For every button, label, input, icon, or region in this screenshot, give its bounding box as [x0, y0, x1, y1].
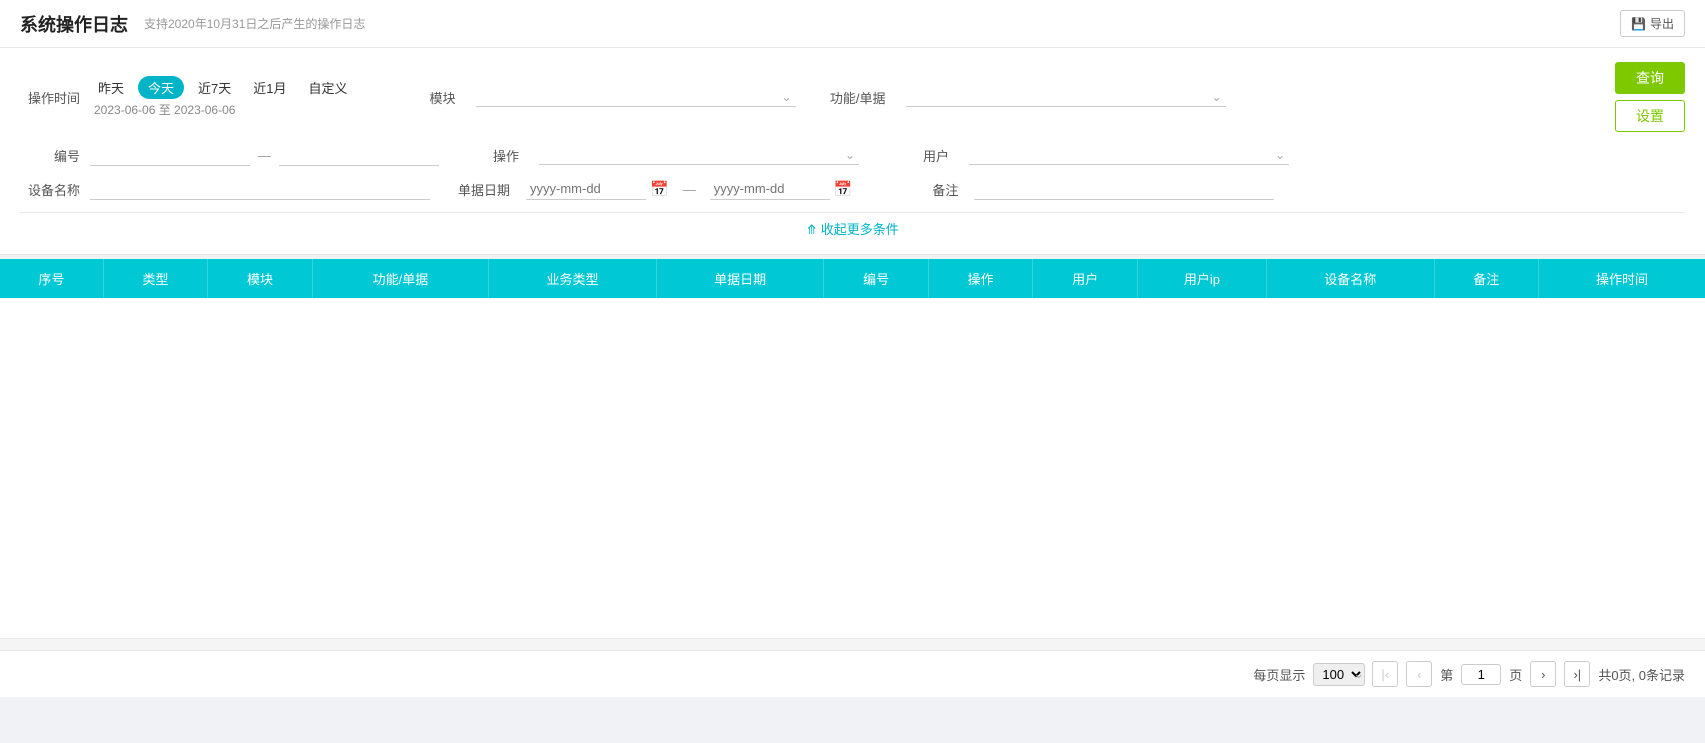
user-select[interactable]: ⌄ [969, 145, 1289, 165]
page-subtitle: 支持2020年10月31日之后产生的操作日志 [144, 15, 365, 32]
collapse-bar[interactable]: ⤊ 收起更多条件 [20, 212, 1685, 244]
operation-select[interactable]: ⌄ [539, 145, 859, 165]
filter-area: 操作时间 昨天 今天 近7天 近1月 自定义 2023-06-06 至 2023… [0, 48, 1705, 255]
col-func: 功能/单据 [312, 259, 488, 298]
date-from-wrapper: 📅 [526, 178, 669, 200]
col-device: 设备名称 [1266, 259, 1434, 298]
total-info: 共0页, 0条记录 [1598, 665, 1685, 684]
col-seq: 序号 [0, 259, 103, 298]
date-label: 单据日期 [450, 180, 520, 199]
col-remark: 备注 [1434, 259, 1538, 298]
func-chevron-icon: ⌄ [1211, 90, 1221, 104]
col-operation: 操作 [928, 259, 1032, 298]
first-page-button[interactable]: |‹ [1372, 661, 1398, 687]
per-page-select[interactable]: 100 10 20 50 200 [1313, 663, 1365, 686]
time-label: 操作时间 [20, 88, 90, 107]
calendar-from-icon[interactable]: 📅 [650, 180, 669, 198]
page-header: 系统操作日志 支持2020年10月31日之后产生的操作日志 💾 导出 [0, 0, 1705, 48]
col-number: 编号 [824, 259, 928, 298]
col-op_time: 操作时间 [1539, 259, 1705, 298]
number-dash: — [258, 148, 271, 163]
settings-button[interactable]: 设置 [1615, 100, 1685, 132]
module-chevron-icon: ⌄ [781, 90, 791, 104]
query-button[interactable]: 查询 [1615, 62, 1685, 94]
time-btn-yesterday[interactable]: 昨天 [90, 76, 132, 99]
prev-page-button[interactable]: ‹ [1406, 661, 1432, 687]
date-to-input[interactable] [710, 178, 830, 200]
device-label: 设备名称 [20, 180, 90, 199]
col-doc_date: 单据日期 [656, 259, 824, 298]
time-btn-last1m[interactable]: 近1月 [245, 76, 294, 99]
remark-label: 备注 [898, 180, 968, 199]
horizontal-scrollbar[interactable] [0, 638, 1705, 650]
module-input[interactable] [480, 89, 782, 104]
filter-row-1: 操作时间 昨天 今天 近7天 近1月 自定义 2023-06-06 至 2023… [20, 62, 1685, 132]
func-select[interactable]: ⌄ [906, 87, 1226, 107]
col-type: 类型 [103, 259, 207, 298]
page-unit: 页 [1509, 665, 1522, 684]
time-buttons: 昨天 今天 近7天 近1月 自定义 [90, 76, 356, 99]
module-select[interactable]: ⌄ [476, 87, 796, 107]
data-table: 序号类型模块功能/单据业务类型单据日期编号操作用户用户ip设备名称备注操作时间 [0, 259, 1705, 298]
func-label: 功能/单据 [826, 88, 896, 107]
device-input[interactable] [90, 178, 430, 200]
empty-area [0, 298, 1705, 638]
operation-input[interactable] [543, 147, 845, 162]
date-dash: — [683, 182, 696, 197]
collapse-icon: ⤊ [806, 222, 817, 237]
table-header: 序号类型模块功能/单据业务类型单据日期编号操作用户用户ip设备名称备注操作时间 [0, 259, 1705, 298]
last-page-button[interactable]: ›| [1564, 661, 1590, 687]
time-range-text: 2023-06-06 至 2023-06-06 [94, 101, 356, 118]
user-label: 用户 [889, 146, 959, 165]
filter-row-2: 编号 — 操作 ⌄ 用户 ⌄ [20, 144, 1685, 166]
table-area: 序号类型模块功能/单据业务类型单据日期编号操作用户用户ip设备名称备注操作时间 [0, 259, 1705, 638]
number-label: 编号 [20, 146, 90, 165]
col-biz_type: 业务类型 [489, 259, 657, 298]
operation-label: 操作 [459, 146, 529, 165]
user-chevron-icon: ⌄ [1275, 148, 1285, 162]
operation-chevron-icon: ⌄ [845, 148, 855, 162]
page-title: 系统操作日志 [20, 11, 128, 37]
col-user_ip: 用户ip [1137, 259, 1266, 298]
module-label: 模块 [396, 88, 466, 107]
remark-input[interactable] [974, 178, 1274, 200]
collapse-label: 收起更多条件 [821, 222, 899, 237]
calendar-to-icon[interactable]: 📅 [834, 180, 853, 198]
next-page-button[interactable]: › [1530, 661, 1556, 687]
pagination-bar: 每页显示 100 10 20 50 200 ⌄ |‹ ‹ 第 页 › ›| 共0… [0, 650, 1705, 697]
export-button[interactable]: 💾 导出 [1620, 10, 1685, 37]
number-from-input[interactable] [90, 144, 250, 166]
col-module: 模块 [208, 259, 312, 298]
table-header-row: 序号类型模块功能/单据业务类型单据日期编号操作用户用户ip设备名称备注操作时间 [0, 259, 1705, 298]
number-to-input[interactable] [279, 144, 439, 166]
time-btn-last7[interactable]: 近7天 [190, 76, 239, 99]
action-buttons: 查询 设置 [1615, 62, 1685, 132]
user-input[interactable] [973, 147, 1275, 162]
time-btn-today[interactable]: 今天 [138, 76, 184, 99]
date-from-input[interactable] [526, 178, 646, 200]
time-btn-custom[interactable]: 自定义 [301, 76, 356, 99]
date-to-wrapper: 📅 [710, 178, 853, 200]
page-label: 第 [1440, 665, 1453, 684]
col-user: 用户 [1033, 259, 1137, 298]
filter-row-3: 设备名称 单据日期 📅 — 📅 备注 [20, 178, 1685, 200]
page-input[interactable] [1461, 664, 1501, 685]
export-icon: 💾 [1631, 17, 1646, 31]
per-page-label: 每页显示 [1253, 665, 1305, 684]
func-input[interactable] [910, 89, 1212, 104]
